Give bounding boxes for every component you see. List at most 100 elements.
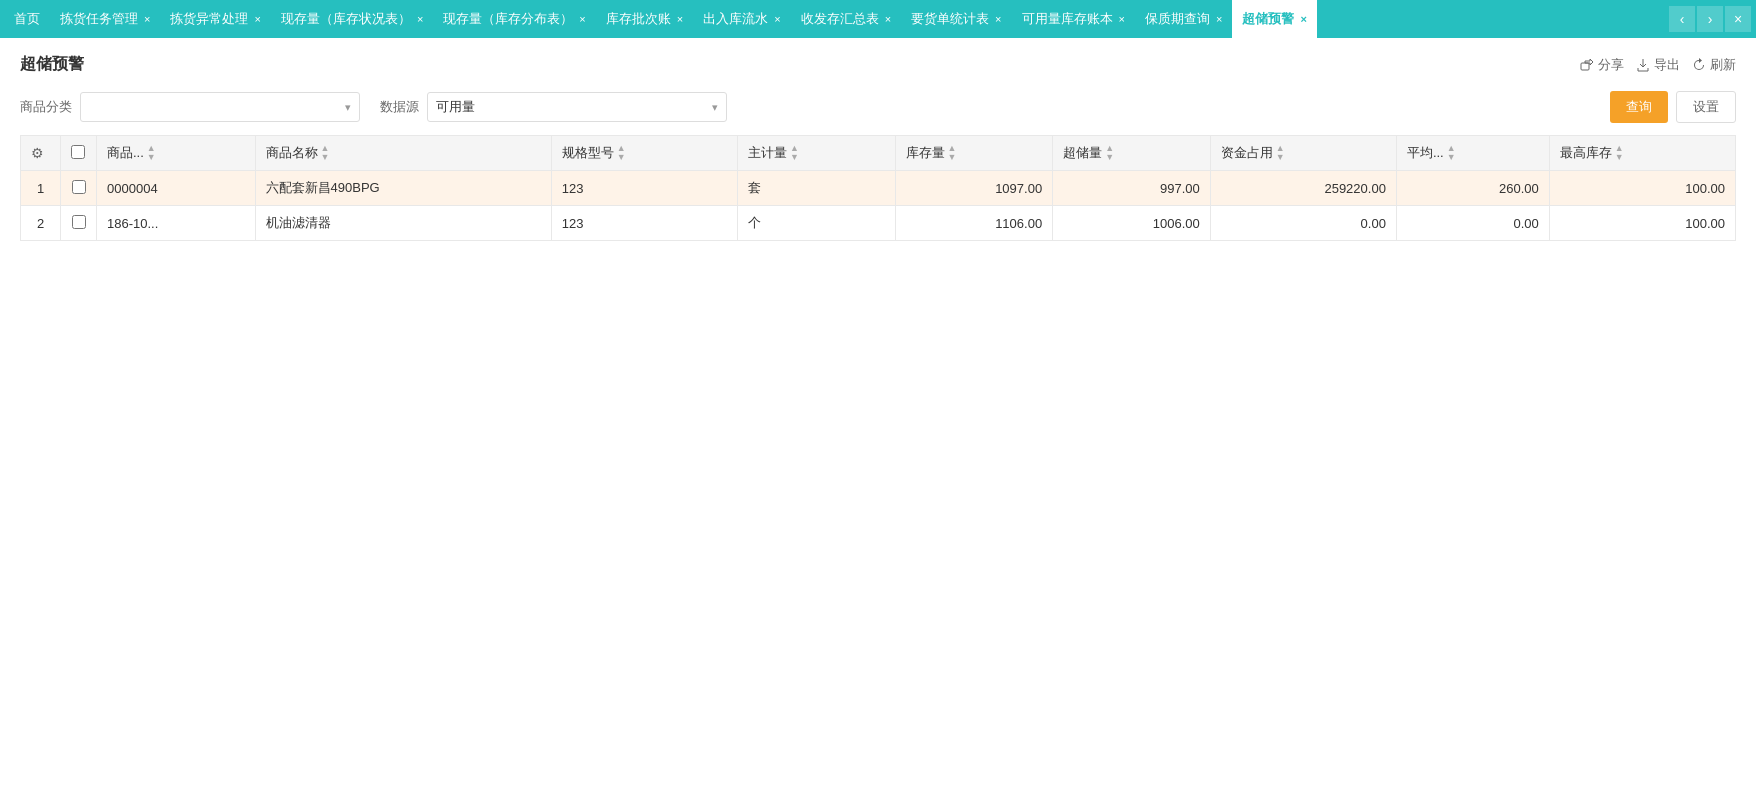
- share-button[interactable]: 分享: [1580, 56, 1624, 74]
- share-label: 分享: [1598, 56, 1624, 74]
- sort-stock[interactable]: 库存量 ▲▼: [906, 144, 957, 162]
- sort-arrows-unit: ▲▼: [790, 144, 799, 162]
- th-maxstock-label: 最高库存: [1560, 144, 1612, 162]
- nav-item-6[interactable]: 出入库流水 ×: [693, 0, 790, 38]
- sort-arrows-capital: ▲▼: [1276, 144, 1285, 162]
- nav-item-2[interactable]: 拣货异常处理 ×: [160, 0, 270, 38]
- page-header: 超储预警 分享 导出 刷新: [20, 54, 1736, 75]
- nav-next-button[interactable]: ›: [1697, 6, 1723, 32]
- nav-item-11[interactable]: 超储预警 ×: [1232, 0, 1316, 38]
- sort-arrows-maxstock: ▲▼: [1615, 144, 1624, 162]
- category-label: 商品分类: [20, 98, 72, 116]
- th-overflow-label: 超储量: [1063, 144, 1102, 162]
- nav-item-8[interactable]: 要货单统计表 ×: [901, 0, 1011, 38]
- datasource-filter: 数据源 可用量 ▾: [380, 92, 727, 122]
- th-avg-label: 平均...: [1407, 144, 1444, 162]
- top-nav: 首页 拣货任务管理 × 拣货异常处理 × 现存量（库存状况表） × 现存量（库存…: [0, 0, 1756, 38]
- close-icon-4[interactable]: ×: [579, 13, 585, 25]
- nav-item-4[interactable]: 现存量（库存分布表） ×: [433, 0, 595, 38]
- close-icon-9[interactable]: ×: [1119, 13, 1125, 25]
- nav-label-4: 现存量（库存分布表）: [443, 10, 573, 28]
- sort-overflow[interactable]: 超储量 ▲▼: [1063, 144, 1114, 162]
- export-label: 导出: [1654, 56, 1680, 74]
- sort-maxstock[interactable]: 最高库存 ▲▼: [1560, 144, 1624, 162]
- nav-label-10: 保质期查询: [1145, 10, 1210, 28]
- table-row: 1 0000004 六配套新昌490BPG 123 套 1097.00 997.…: [21, 171, 1736, 206]
- sort-code[interactable]: 商品... ▲▼: [107, 144, 156, 162]
- cell-checkbox: [61, 206, 97, 241]
- gear-icon[interactable]: ⚙: [31, 145, 44, 161]
- row-checkbox[interactable]: [72, 215, 86, 229]
- nav-item-3[interactable]: 现存量（库存状况表） ×: [271, 0, 433, 38]
- close-icon-8[interactable]: ×: [995, 13, 1001, 25]
- th-spec: 规格型号 ▲▼: [551, 136, 737, 171]
- nav-label-2: 拣货异常处理: [170, 10, 248, 28]
- share-icon: [1580, 58, 1594, 72]
- close-icon-1[interactable]: ×: [144, 13, 150, 25]
- category-select[interactable]: ▾: [80, 92, 360, 122]
- th-unit: 主计量 ▲▼: [737, 136, 895, 171]
- cell-code: 186-10...: [97, 206, 256, 241]
- nav-item-9[interactable]: 可用量库存账本 ×: [1012, 0, 1135, 38]
- datasource-label: 数据源: [380, 98, 419, 116]
- nav-item-home[interactable]: 首页: [4, 0, 50, 38]
- nav-prev-button[interactable]: ‹: [1669, 6, 1695, 32]
- page-content: 超储预警 分享 导出 刷新: [0, 38, 1756, 257]
- nav-label-5: 库存批次账: [606, 10, 671, 28]
- cell-maxstock: 100.00: [1549, 206, 1735, 241]
- th-name: 商品名称 ▲▼: [255, 136, 551, 171]
- close-icon-11[interactable]: ×: [1300, 13, 1306, 25]
- cell-avg: 260.00: [1396, 171, 1549, 206]
- nav-item-5[interactable]: 库存批次账 ×: [596, 0, 693, 38]
- sort-arrows-avg: ▲▼: [1447, 144, 1456, 162]
- sort-avg[interactable]: 平均... ▲▼: [1407, 144, 1456, 162]
- category-filter: 商品分类 ▾: [20, 92, 360, 122]
- close-icon-7[interactable]: ×: [885, 13, 891, 25]
- nav-item-10[interactable]: 保质期查询 ×: [1135, 0, 1232, 38]
- table-body: 1 0000004 六配套新昌490BPG 123 套 1097.00 997.…: [21, 171, 1736, 241]
- th-checkbox: [61, 136, 97, 171]
- sort-arrows-overflow: ▲▼: [1105, 144, 1114, 162]
- export-button[interactable]: 导出: [1636, 56, 1680, 74]
- refresh-button[interactable]: 刷新: [1692, 56, 1736, 74]
- filter-row: 商品分类 ▾ 数据源 可用量 ▾ 查询 设置: [20, 91, 1736, 123]
- close-icon-3[interactable]: ×: [417, 13, 423, 25]
- cell-index: 1: [21, 171, 61, 206]
- data-table: ⚙ 商品... ▲▼ 商品名称 ▲▼: [20, 135, 1736, 241]
- th-spec-label: 规格型号: [562, 144, 614, 162]
- cell-index: 2: [21, 206, 61, 241]
- query-button[interactable]: 查询: [1610, 91, 1668, 123]
- nav-item-1[interactable]: 拣货任务管理 ×: [50, 0, 160, 38]
- settings-button[interactable]: 设置: [1676, 91, 1736, 123]
- th-settings: ⚙: [21, 136, 61, 171]
- close-icon-6[interactable]: ×: [774, 13, 780, 25]
- filter-actions: 查询 设置: [1610, 91, 1736, 123]
- cell-stock: 1097.00: [895, 171, 1053, 206]
- nav-more-button[interactable]: ×: [1725, 6, 1751, 32]
- cell-checkbox: [61, 171, 97, 206]
- cell-overflow: 1006.00: [1053, 206, 1211, 241]
- datasource-select[interactable]: 可用量 ▾: [427, 92, 727, 122]
- cell-unit: 套: [737, 171, 895, 206]
- th-overflow: 超储量 ▲▼: [1053, 136, 1211, 171]
- cell-name: 机油滤清器: [255, 206, 551, 241]
- sort-arrows-stock: ▲▼: [948, 144, 957, 162]
- row-checkbox[interactable]: [72, 180, 86, 194]
- th-stock-label: 库存量: [906, 144, 945, 162]
- nav-item-7[interactable]: 收发存汇总表 ×: [791, 0, 901, 38]
- sort-capital[interactable]: 资金占用 ▲▼: [1221, 144, 1285, 162]
- nav-label-8: 要货单统计表: [911, 10, 989, 28]
- close-icon-5[interactable]: ×: [677, 13, 683, 25]
- sort-unit[interactable]: 主计量 ▲▼: [748, 144, 799, 162]
- close-icon-10[interactable]: ×: [1216, 13, 1222, 25]
- nav-label-9: 可用量库存账本: [1022, 10, 1113, 28]
- th-capital-label: 资金占用: [1221, 144, 1273, 162]
- select-all-checkbox[interactable]: [71, 145, 85, 159]
- sort-spec[interactable]: 规格型号 ▲▼: [562, 144, 626, 162]
- sort-name[interactable]: 商品名称 ▲▼: [266, 144, 330, 162]
- svg-rect-0: [1581, 63, 1589, 70]
- close-icon-2[interactable]: ×: [254, 13, 260, 25]
- cell-code: 0000004: [97, 171, 256, 206]
- th-name-label: 商品名称: [266, 144, 318, 162]
- th-unit-label: 主计量: [748, 144, 787, 162]
